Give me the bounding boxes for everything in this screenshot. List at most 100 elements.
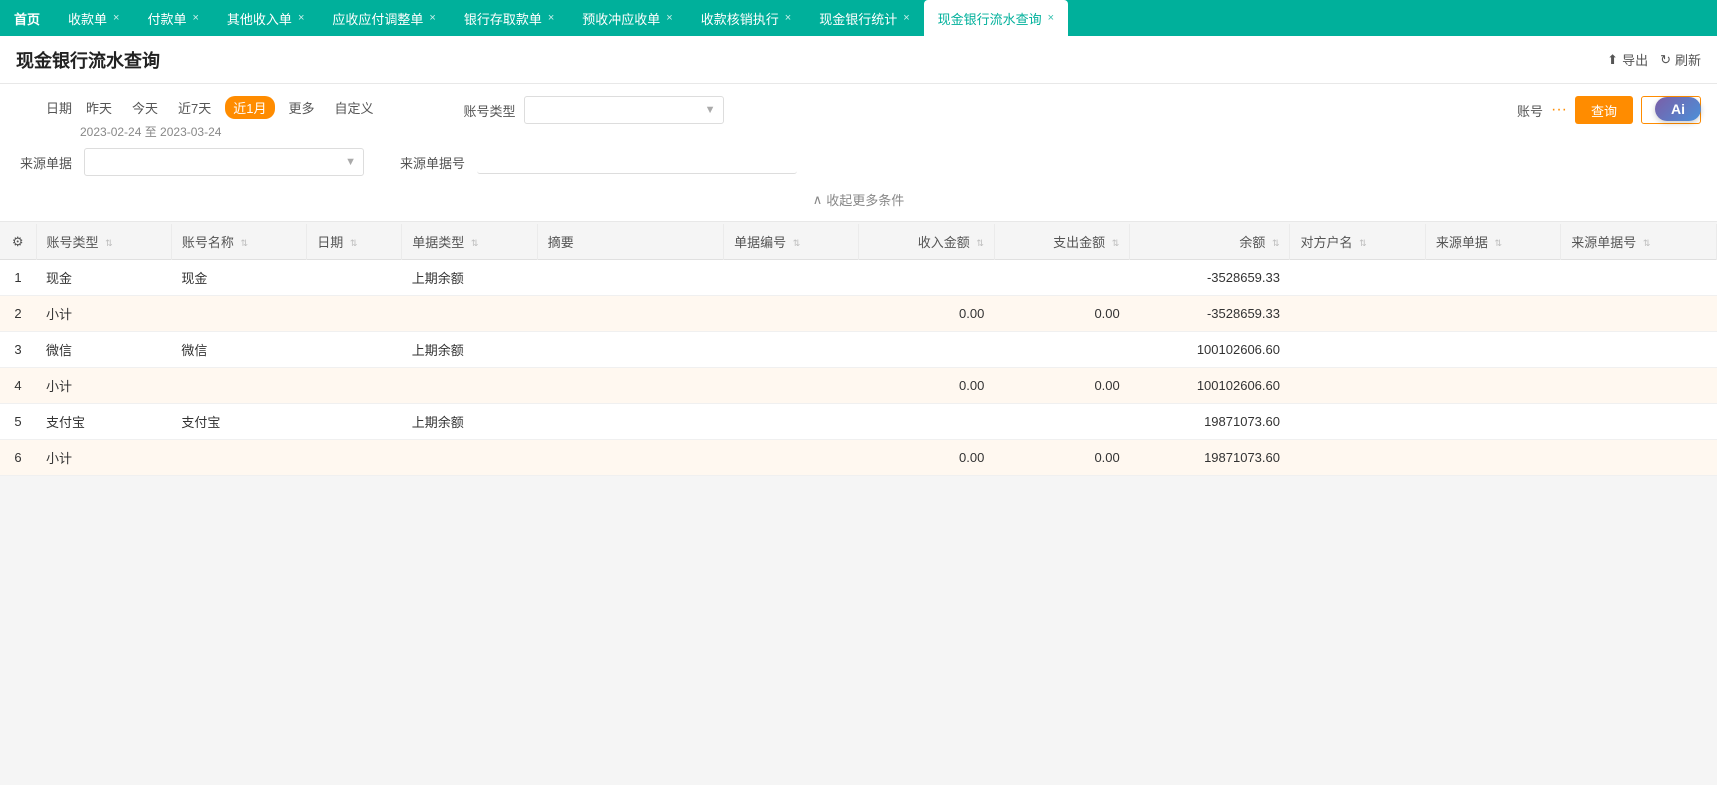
sort-icon[interactable]: ⇅ [241,238,249,248]
sort-icon[interactable]: ⇅ [1112,238,1120,248]
cell-account-name [171,368,306,404]
sort-icon[interactable]: ⇅ [793,238,801,248]
cell-summary [537,332,723,368]
yesterday-btn[interactable]: 昨天 [80,96,118,119]
col-account-name: 账号名称 ⇅ [171,224,306,260]
cell-income: 0.00 [859,440,994,476]
row-num: 1 [0,260,36,296]
collapse-bar[interactable]: ∧ 收起更多条件 [16,186,1701,213]
cell-balance: -3528659.33 [1130,260,1290,296]
cell-doc-type: 上期余额 [402,404,537,440]
nav-tab-receipt-verify[interactable]: 收款核销执行× [687,0,805,36]
nav-tab-bank-deposit[interactable]: 银行存取款单× [450,0,568,36]
collapse-up-icon: ∧ [813,192,823,208]
nav-tab-other-income[interactable]: 其他收入单× [213,0,318,36]
close-tab-other-income[interactable]: × [298,12,304,24]
cell-account-name: 现金 [171,260,306,296]
cell-summary [537,368,723,404]
source-doc-select[interactable] [84,148,364,176]
cell-income [859,404,994,440]
more-btn[interactable]: 更多 [283,96,321,119]
nav-tab-receipt[interactable]: 收款单× [54,0,133,36]
col-balance: 余额 ⇅ [1130,224,1290,260]
cell-source-doc-no [1561,404,1717,440]
ai-button[interactable]: Ai [1655,97,1701,121]
cell-doc-type: 上期余额 [402,260,537,296]
cell-source-doc-no [1561,368,1717,404]
close-tab-prepay-ar[interactable]: × [666,12,672,24]
table-body: 1 现金 现金 上期余额 -3528659.33 2 小计 0.00 0.00 … [0,260,1717,476]
table-row: 3 微信 微信 上期余额 100102606.60 [0,332,1717,368]
nav-tab-ar-ap-adjust[interactable]: 应收应付调整单× [318,0,449,36]
last7days-btn[interactable]: 近7天 [172,96,217,119]
sort-icon[interactable]: ⇅ [976,238,984,248]
cell-expense [994,260,1129,296]
account-label: 账号 [1487,101,1543,120]
account-type-select[interactable] [524,96,724,124]
close-tab-receipt-verify[interactable]: × [785,12,791,24]
source-doc-label: 来源单据 [16,153,72,172]
date-shortcuts: 昨天 今天 近7天 近1月 更多 自定义 [80,96,380,119]
col-gear[interactable]: ⚙ [0,224,36,260]
cell-counterparty [1290,296,1425,332]
close-tab-payment[interactable]: × [192,12,198,24]
cell-date [307,260,402,296]
nav-tab-cash-flow-query[interactable]: 现金银行流水查询× [924,0,1068,36]
sort-icon[interactable]: ⇅ [1272,238,1280,248]
page-header: 现金银行流水查询 ⬆ 导出 ↻ 刷新 [0,36,1717,84]
account-type-select-wrapper: ▼ [524,96,724,124]
row-num: 5 [0,404,36,440]
cell-balance: 19871073.60 [1130,404,1290,440]
query-button[interactable]: 查询 [1575,96,1633,124]
account-dots-button[interactable]: ··· [1551,101,1567,119]
table-section: ⚙ 账号类型 ⇅ 账号名称 ⇅ 日期 ⇅ 单据类型 ⇅ 摘要 单据编号 ⇅ 收入… [0,224,1717,476]
source-doc-no-input[interactable] [477,150,797,174]
gear-icon[interactable]: ⚙ [12,234,24,249]
refresh-icon: ↻ [1660,52,1671,68]
cell-account-type: 现金 [36,260,171,296]
cell-source-doc [1425,332,1560,368]
close-tab-ar-ap-adjust[interactable]: × [429,12,435,24]
cell-doc-no [724,296,859,332]
nav-tab-cash-stat[interactable]: 现金银行统计× [805,0,923,36]
sort-icon[interactable]: ⇅ [471,238,479,248]
cell-summary [537,260,723,296]
data-table: ⚙ 账号类型 ⇅ 账号名称 ⇅ 日期 ⇅ 单据类型 ⇅ 摘要 单据编号 ⇅ 收入… [0,224,1717,476]
table-row: 4 小计 0.00 0.00 100102606.60 [0,368,1717,404]
col-counterparty: 对方户名 ⇅ [1290,224,1425,260]
last1month-btn[interactable]: 近1月 [225,96,274,119]
close-tab-cash-flow-query[interactable]: × [1048,12,1054,24]
cell-doc-no [724,404,859,440]
close-tab-cash-stat[interactable]: × [903,12,909,24]
export-button[interactable]: ⬆ 导出 [1607,50,1648,69]
header-actions: ⬆ 导出 ↻ 刷新 [1607,50,1701,69]
cell-income: 0.00 [859,296,994,332]
account-type-label: 账号类型 [460,101,516,120]
sort-icon[interactable]: ⇅ [1359,238,1367,248]
cell-doc-type [402,440,537,476]
col-income: 收入金额 ⇅ [859,224,994,260]
nav-tab-home[interactable]: 首页 [0,0,54,36]
row-num: 2 [0,296,36,332]
source-doc-no-label: 来源单据号 [400,153,465,172]
col-date: 日期 ⇅ [307,224,402,260]
sort-icon[interactable]: ⇅ [1495,238,1503,248]
cell-source-doc-no [1561,260,1717,296]
table-row: 5 支付宝 支付宝 上期余额 19871073.60 [0,404,1717,440]
nav-tab-payment[interactable]: 付款单× [133,0,212,36]
cell-summary [537,404,723,440]
today-btn[interactable]: 今天 [126,96,164,119]
close-tab-bank-deposit[interactable]: × [548,12,554,24]
sort-icon[interactable]: ⇅ [105,238,113,248]
cell-account-name: 微信 [171,332,306,368]
refresh-button[interactable]: ↻ 刷新 [1660,50,1701,69]
sort-icon[interactable]: ⇅ [350,238,358,248]
close-tab-receipt[interactable]: × [113,12,119,24]
sort-icon[interactable]: ⇅ [1643,238,1651,248]
cell-source-doc [1425,440,1560,476]
nav-tab-prepay-ar[interactable]: 预收冲应收单× [568,0,686,36]
custom-btn[interactable]: 自定义 [329,96,380,119]
cell-source-doc-no [1561,440,1717,476]
cell-balance: 100102606.60 [1130,368,1290,404]
cell-account-name: 支付宝 [171,404,306,440]
